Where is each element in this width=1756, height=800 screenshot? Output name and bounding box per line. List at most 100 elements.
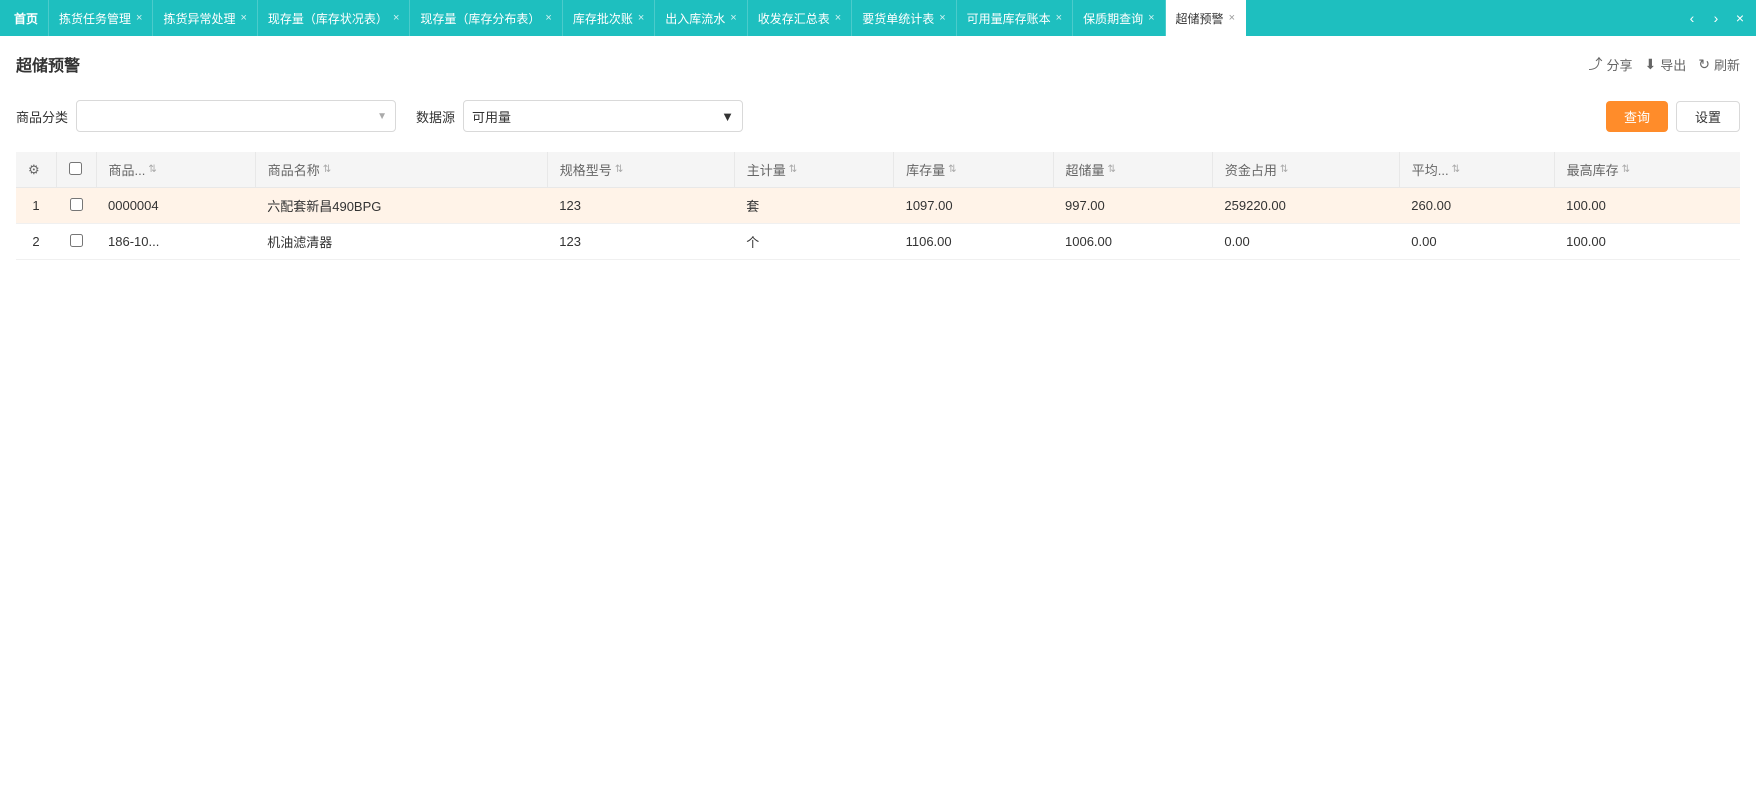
sort-icon-spec-model: ⇅ <box>615 164 623 175</box>
chevron-down-icon: ▼ <box>377 111 387 122</box>
th-spec-model[interactable]: 规格型号 ⇅ <box>547 152 734 188</box>
nav-tab-collect-summary[interactable]: 收发存汇总表 × <box>748 0 852 36</box>
table-row: 2 186-10... 机油滤清器 123 个 1106.00 1006.00 … <box>16 224 1740 260</box>
nav-arrow-left[interactable]: ‹ <box>1680 0 1704 36</box>
query-button[interactable]: 查询 <box>1606 101 1668 132</box>
close-tab-inout-flow[interactable]: × <box>730 12 736 24</box>
row-checkbox-cell <box>56 224 96 260</box>
row-checkbox-1[interactable] <box>70 234 83 247</box>
filter-actions: 查询 设置 <box>1606 101 1740 132</box>
sort-icon-product-code: ⇅ <box>148 164 156 175</box>
cell-capital-occupied: 259220.00 <box>1212 188 1399 224</box>
th-checkbox <box>56 152 96 188</box>
sort-icon-avg: ⇅ <box>1452 164 1460 175</box>
nav-tab-order-stats[interactable]: 要货单统计表 × <box>852 0 956 36</box>
cell-product-name: 六配套新昌490BPG <box>255 188 547 224</box>
close-tab-collect-summary[interactable]: × <box>835 12 841 24</box>
th-product-name[interactable]: 商品名称 ⇅ <box>255 152 547 188</box>
sort-icon-inventory: ⇅ <box>948 164 956 175</box>
cell-overstock: 1006.00 <box>1053 224 1212 260</box>
cell-avg: 0.00 <box>1399 224 1554 260</box>
cell-overstock: 997.00 <box>1053 188 1212 224</box>
th-capital-occupied[interactable]: 资金占用 ⇅ <box>1212 152 1399 188</box>
nav-tab-inventory-dist[interactable]: 现存量（库存分布表） × <box>410 0 562 36</box>
nav-tab-home[interactable]: 首页 <box>4 0 49 36</box>
page-header: 超储预警 ⤴ 分享 ⬇ 导出 ↻ 刷新 <box>16 52 1740 76</box>
product-category-select[interactable]: ▼ <box>76 100 396 132</box>
nav-tab-task-mgmt[interactable]: 拣货任务管理 × <box>49 0 153 36</box>
sort-icon-unit: ⇅ <box>789 164 797 175</box>
close-tab-task-mgmt[interactable]: × <box>136 12 142 24</box>
th-max-inventory[interactable]: 最高库存 ⇅ <box>1554 152 1740 188</box>
filter-row: 商品分类 ▼ 数据源 可用量 ▼ 查询 设置 <box>16 92 1740 140</box>
product-category-label: 商品分类 <box>16 107 68 126</box>
sort-icon-capital: ⇅ <box>1280 164 1288 175</box>
refresh-button[interactable]: ↻ 刷新 <box>1698 55 1740 74</box>
datasource-group: 数据源 可用量 ▼ <box>416 100 743 132</box>
header-actions: ⤴ 分享 ⬇ 导出 ↻ 刷新 <box>1588 54 1740 74</box>
top-navigation: 首页 拣货任务管理 × 拣货异常处理 × 现存量（库存状况表） × 现存量（库存… <box>0 0 1756 36</box>
th-overstock[interactable]: 超储量 ⇅ <box>1053 152 1212 188</box>
page-content: 超储预警 ⤴ 分享 ⬇ 导出 ↻ 刷新 商品分类 ▼ 数据源 <box>0 36 1756 800</box>
share-button[interactable]: ⤴ 分享 <box>1588 54 1632 74</box>
cell-spec-model: 123 <box>547 224 734 260</box>
th-inventory[interactable]: 库存量 ⇅ <box>894 152 1053 188</box>
nav-tab-inventory-status[interactable]: 现存量（库存状况表） × <box>258 0 410 36</box>
cell-product-name: 机油滤清器 <box>255 224 547 260</box>
close-tab-abnormal[interactable]: × <box>240 12 246 24</box>
close-tab-inventory-dist[interactable]: × <box>545 12 551 24</box>
close-tab-inventory-status[interactable]: × <box>393 12 399 24</box>
nav-arrows: ‹ › × <box>1680 0 1752 36</box>
settings-button[interactable]: 设置 <box>1676 101 1740 132</box>
sort-icon-max-inventory: ⇅ <box>1622 164 1630 175</box>
share-icon: ⤴ <box>1588 54 1602 74</box>
cell-unit: 个 <box>734 224 893 260</box>
nav-tab-available-ledger[interactable]: 可用量库存账本 × <box>957 0 1073 36</box>
row-num-cell: 2 <box>16 224 56 260</box>
table-row: 1 0000004 六配套新昌490BPG 123 套 1097.00 997.… <box>16 188 1740 224</box>
row-num-cell: 1 <box>16 188 56 224</box>
nav-tab-abnormal[interactable]: 拣货异常处理 × <box>153 0 257 36</box>
refresh-icon: ↻ <box>1698 56 1710 73</box>
product-category-group: 商品分类 ▼ <box>16 100 396 132</box>
data-table: ⚙ 商品... ⇅ 商品名称 ⇅ <box>16 152 1740 260</box>
page-title: 超储预警 <box>16 52 80 76</box>
th-product-code[interactable]: 商品... ⇅ <box>96 152 255 188</box>
row-checkbox-0[interactable] <box>70 198 83 211</box>
th-settings: ⚙ <box>16 152 56 188</box>
datasource-value: 可用量 <box>472 107 511 126</box>
datasource-select[interactable]: 可用量 ▼ <box>463 100 743 132</box>
table-header-row: ⚙ 商品... ⇅ 商品名称 ⇅ <box>16 152 1740 188</box>
row-checkbox-cell <box>56 188 96 224</box>
select-all-checkbox[interactable] <box>69 162 82 175</box>
cell-unit: 套 <box>734 188 893 224</box>
th-unit[interactable]: 主计量 ⇅ <box>734 152 893 188</box>
cell-max-inventory: 100.00 <box>1554 224 1740 260</box>
close-tab-overstock-alert[interactable]: × <box>1229 12 1235 24</box>
datasource-chevron-icon: ▼ <box>721 109 734 124</box>
nav-arrow-right[interactable]: › <box>1704 0 1728 36</box>
datasource-label: 数据源 <box>416 107 455 126</box>
close-tab-inventory-batch[interactable]: × <box>638 12 644 24</box>
cell-max-inventory: 100.00 <box>1554 188 1740 224</box>
nav-tab-inventory-batch[interactable]: 库存批次账 × <box>563 0 655 36</box>
cell-product-code: 186-10... <box>96 224 255 260</box>
nav-tab-overstock-alert[interactable]: 超储预警 × <box>1166 0 1246 36</box>
cell-inventory: 1106.00 <box>894 224 1053 260</box>
nav-tab-inout-flow[interactable]: 出入库流水 × <box>655 0 747 36</box>
cell-inventory: 1097.00 <box>894 188 1053 224</box>
sort-icon-product-name: ⇅ <box>323 164 331 175</box>
cell-product-code: 0000004 <box>96 188 255 224</box>
nav-tab-quality-check[interactable]: 保质期查询 × <box>1073 0 1165 36</box>
settings-gear-icon[interactable]: ⚙ <box>28 162 40 177</box>
cell-capital-occupied: 0.00 <box>1212 224 1399 260</box>
close-tab-available-ledger[interactable]: × <box>1056 12 1062 24</box>
cell-avg: 260.00 <box>1399 188 1554 224</box>
nav-arrow-close[interactable]: × <box>1728 0 1752 36</box>
close-tab-order-stats[interactable]: × <box>939 12 945 24</box>
close-tab-quality-check[interactable]: × <box>1148 12 1154 24</box>
th-avg[interactable]: 平均... ⇅ <box>1399 152 1554 188</box>
export-icon: ⬇ <box>1645 56 1657 73</box>
export-button[interactable]: ⬇ 导出 <box>1645 55 1687 74</box>
sort-icon-overstock: ⇅ <box>1108 164 1116 175</box>
